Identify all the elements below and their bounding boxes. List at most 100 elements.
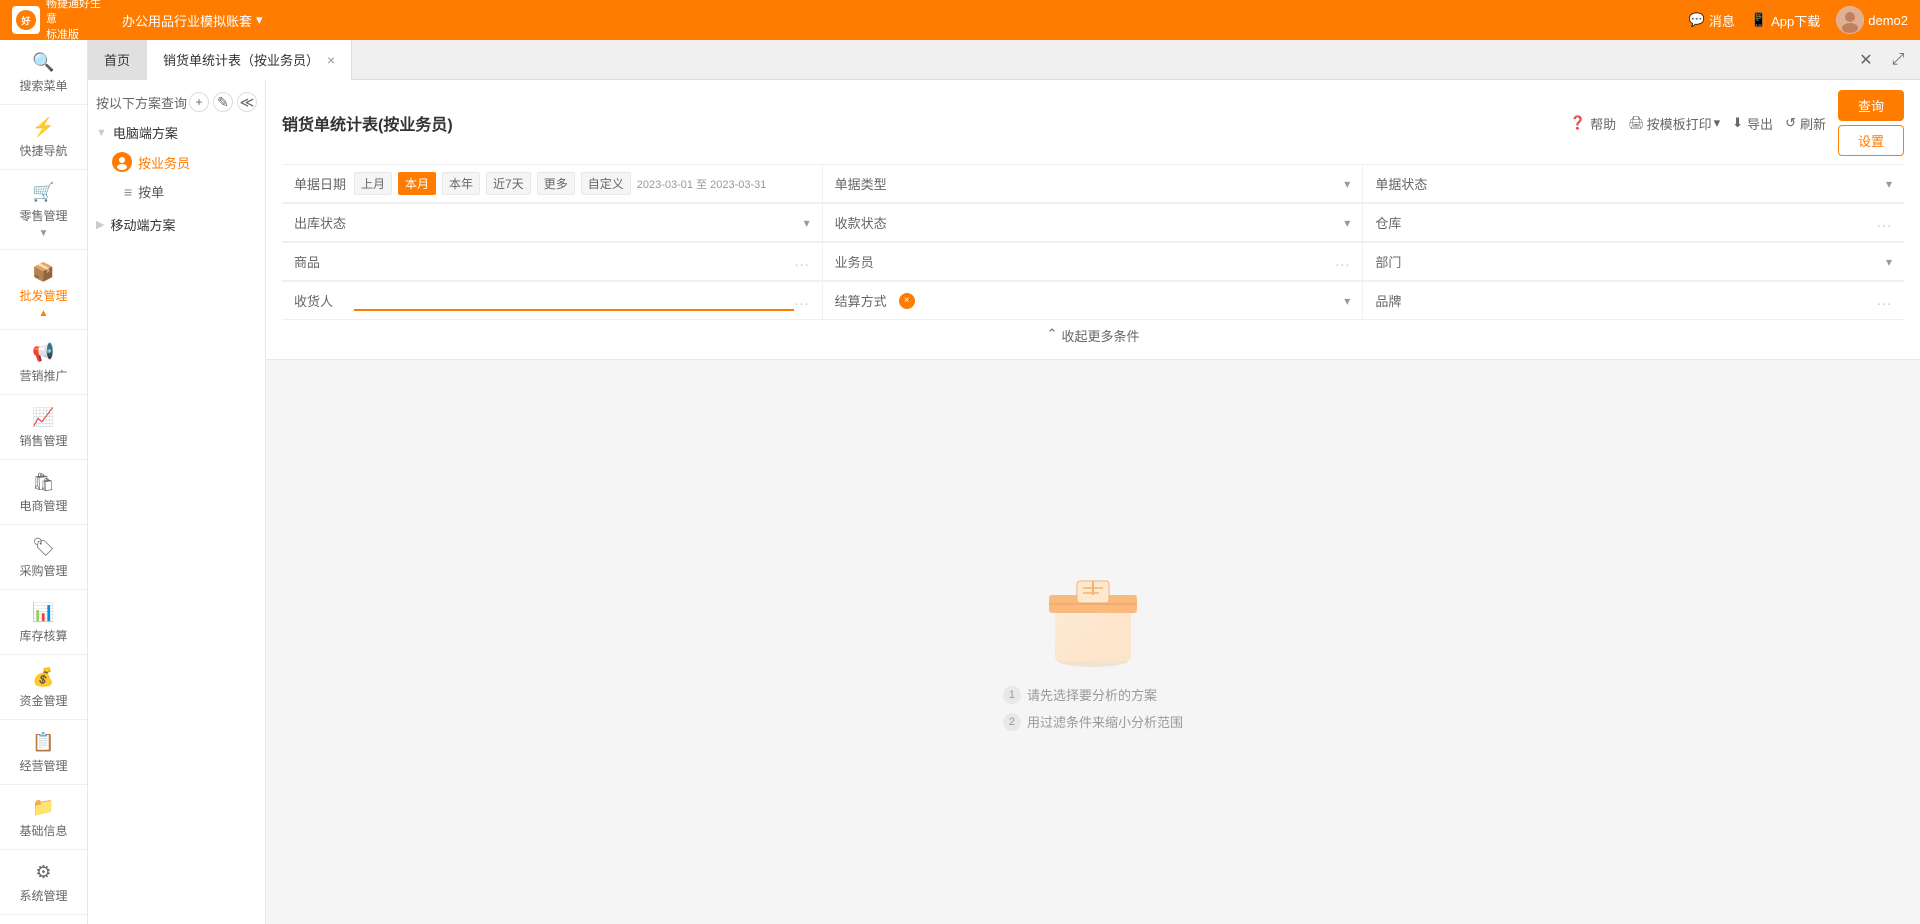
warehouse-dots[interactable]: … bbox=[1876, 214, 1892, 232]
app-download-btn[interactable]: 📱 App下载 bbox=[1751, 11, 1820, 30]
pc-expand-icon: ▼ bbox=[96, 127, 107, 139]
sidebar-item-corp[interactable]: 🤝 企业协同 bbox=[0, 915, 87, 924]
hint-num-2: 2 bbox=[1003, 713, 1021, 731]
print-label: 按模板打印 bbox=[1647, 114, 1712, 133]
sidebar-item-quick[interactable]: ⚡ 快捷导航 bbox=[0, 105, 87, 170]
doc-status-chevron: ▾ bbox=[1886, 177, 1892, 191]
doc-status-filter-cell: 单据状态 ▾ bbox=[1363, 165, 1904, 203]
sidebar-item-label: 销售管理 bbox=[19, 432, 67, 449]
salesman-label: 业务员 bbox=[835, 252, 895, 271]
date-custom-btn[interactable]: 自定义 bbox=[581, 172, 631, 195]
mobile-expand-icon: ▶ bbox=[96, 218, 104, 231]
hint-text-2: 用过滤条件来缩小分析范围 bbox=[1027, 712, 1183, 731]
sidebar-item-finance[interactable]: 💰 资金管理 bbox=[0, 655, 87, 720]
close-window-btn[interactable]: ✕ bbox=[1852, 46, 1880, 74]
export-label: 导出 bbox=[1747, 114, 1773, 133]
date-last-month-btn[interactable]: 上月 bbox=[354, 172, 392, 195]
sidebar: 🔍 搜索菜单 ⚡ 快捷导航 🛒 零售管理 ▼ 📦 批发管理 ▲ 📢 营销推广 bbox=[0, 40, 88, 924]
query-button[interactable]: 查询 bbox=[1838, 90, 1904, 121]
sidebar-item-purchase[interactable]: 🏷 采购管理 bbox=[0, 525, 87, 590]
sidebar-item-label: 搜索菜单 bbox=[19, 77, 67, 94]
marketing-icon: 📢 bbox=[32, 342, 54, 363]
doc-type-chevron: ▾ bbox=[1344, 177, 1350, 191]
salesman-dots[interactable]: … bbox=[1334, 253, 1350, 271]
scheme-pc-header[interactable]: ▼ 电脑端方案 bbox=[88, 118, 265, 147]
settlement-chevron: ▾ bbox=[1344, 294, 1350, 308]
retail-icon: 🛒 bbox=[32, 182, 54, 203]
doc-status-select[interactable]: ▾ bbox=[1435, 177, 1892, 191]
dept-label: 部门 bbox=[1375, 252, 1435, 271]
app-download-icon: 📱 bbox=[1751, 12, 1767, 28]
sidebar-item-ecommerce[interactable]: 🛍 电商管理 bbox=[0, 460, 87, 525]
date-this-year-btn[interactable]: 本年 bbox=[442, 172, 480, 195]
scheme-panel-header: 按以下方案查询 + ✎ ≪ bbox=[88, 88, 265, 118]
scheme-collapse-btn[interactable]: ≪ bbox=[237, 92, 257, 112]
dept-chevron: ▾ bbox=[1886, 255, 1892, 269]
out-status-filter-cell: 出库状态 ▾ bbox=[282, 204, 823, 242]
goods-filter-cell: 商品 … bbox=[282, 243, 823, 281]
tab-close-btn[interactable]: × bbox=[327, 53, 335, 67]
system-icon: ⚙ bbox=[35, 862, 51, 883]
date-more-btn[interactable]: 更多 bbox=[537, 172, 575, 195]
page-content: 按以下方案查询 + ✎ ≪ bbox=[88, 80, 1920, 924]
maximize-window-btn[interactable]: ⤢ bbox=[1884, 46, 1912, 74]
finance-icon: 💰 bbox=[32, 667, 54, 688]
scheme-add-btn[interactable]: + bbox=[189, 92, 209, 112]
sidebar-item-search[interactable]: 🔍 搜索菜单 bbox=[0, 40, 87, 105]
goods-dots[interactable]: … bbox=[794, 253, 810, 271]
doc-status-label: 单据状态 bbox=[1375, 174, 1435, 193]
pay-status-label: 收款状态 bbox=[835, 213, 895, 232]
message-btn[interactable]: 💬 消息 bbox=[1689, 11, 1735, 30]
sidebar-item-label: 电商管理 bbox=[19, 497, 67, 514]
sidebar-item-wholesale[interactable]: 📦 批发管理 ▲ bbox=[0, 250, 87, 330]
scheme-sub-item-order[interactable]: ≡ 按单 bbox=[88, 177, 265, 206]
sidebar-item-operations[interactable]: 📋 经营管理 bbox=[0, 720, 87, 785]
help-btn[interactable]: ❓ 帮助 bbox=[1570, 114, 1616, 133]
print-btn[interactable]: 🖨 按模板打印 ▾ bbox=[1628, 114, 1720, 133]
out-status-select[interactable]: ▾ bbox=[354, 216, 810, 230]
sidebar-item-inventory[interactable]: 📊 库存核算 bbox=[0, 590, 87, 655]
consignee-dots[interactable]: … bbox=[794, 292, 810, 310]
form-actions: ❓ 帮助 🖨 按模板打印 ▾ ⬇ 导出 bbox=[1570, 90, 1904, 156]
export-btn[interactable]: ⬇ 导出 bbox=[1732, 114, 1773, 133]
form-header: 销货单统计表(按业务员) ❓ 帮助 🖨 按模板打印 ▾ bbox=[266, 80, 1920, 360]
user-menu[interactable]: demo2 bbox=[1836, 6, 1908, 34]
scheme-item-salesman[interactable]: 按业务员 bbox=[88, 147, 265, 177]
scheme-edit-btn[interactable]: ✎ bbox=[213, 92, 233, 112]
sidebar-item-system[interactable]: ⚙ 系统管理 bbox=[0, 850, 87, 915]
settlement-select[interactable]: × ▾ bbox=[895, 293, 1351, 309]
app-container: 好 畅捷通好生意 标准版 办公用品行业模拟账套 ▾ 💬 消息 📱 App下载 bbox=[0, 0, 1920, 924]
dept-select[interactable]: ▾ bbox=[1435, 255, 1892, 269]
scheme-mobile-header[interactable]: ▶ 移动端方案 bbox=[88, 210, 265, 239]
sidebar-item-marketing[interactable]: 📢 营销推广 bbox=[0, 330, 87, 395]
date-7days-btn[interactable]: 近7天 bbox=[486, 172, 531, 195]
tab-active[interactable]: 销货单统计表（按业务员） × bbox=[147, 40, 352, 80]
salesman-scheme-icon bbox=[112, 152, 132, 172]
pay-status-select[interactable]: ▾ bbox=[895, 216, 1351, 230]
consignee-label: 收货人 bbox=[294, 291, 354, 310]
tab-home[interactable]: 首页 bbox=[88, 40, 147, 80]
doc-type-label: 单据类型 bbox=[835, 174, 895, 193]
doc-type-select[interactable]: ▾ bbox=[895, 177, 1351, 191]
top-bar-left: 好 畅捷通好生意 标准版 办公用品行业模拟账套 ▾ bbox=[12, 0, 263, 43]
scheme-group-mobile: ▶ 移动端方案 bbox=[88, 210, 265, 239]
app-title-dropdown[interactable]: 办公用品行业模拟账套 ▾ bbox=[122, 11, 263, 30]
search-icon: 🔍 bbox=[32, 52, 54, 73]
consignee-input[interactable] bbox=[354, 290, 794, 311]
brand-label: 品牌 bbox=[1375, 291, 1435, 310]
settlement-tag-close[interactable]: × bbox=[899, 293, 915, 309]
sidebar-item-sales[interactable]: 📈 销售管理 bbox=[0, 395, 87, 460]
form-area: 销货单统计表(按业务员) ❓ 帮助 🖨 按模板打印 ▾ bbox=[266, 80, 1920, 924]
empty-hint-1: 1 请先选择要分析的方案 bbox=[1003, 685, 1183, 704]
sidebar-item-retail[interactable]: 🛒 零售管理 ▼ bbox=[0, 170, 87, 250]
edit-icon: ✎ bbox=[217, 94, 229, 111]
date-this-month-btn[interactable]: 本月 bbox=[398, 172, 436, 195]
operations-icon: 📋 bbox=[32, 732, 54, 753]
sidebar-item-base[interactable]: 📁 基础信息 bbox=[0, 785, 87, 850]
brand-dots[interactable]: … bbox=[1876, 292, 1892, 310]
collapse-row[interactable]: ⌃ 收起更多条件 bbox=[282, 320, 1904, 351]
refresh-btn[interactable]: ↺ 刷新 bbox=[1785, 114, 1826, 133]
settings-button[interactable]: 设置 bbox=[1838, 125, 1904, 156]
sidebar-item-label: 基础信息 bbox=[19, 822, 67, 839]
sidebar-item-label: 批发管理 bbox=[19, 287, 67, 304]
